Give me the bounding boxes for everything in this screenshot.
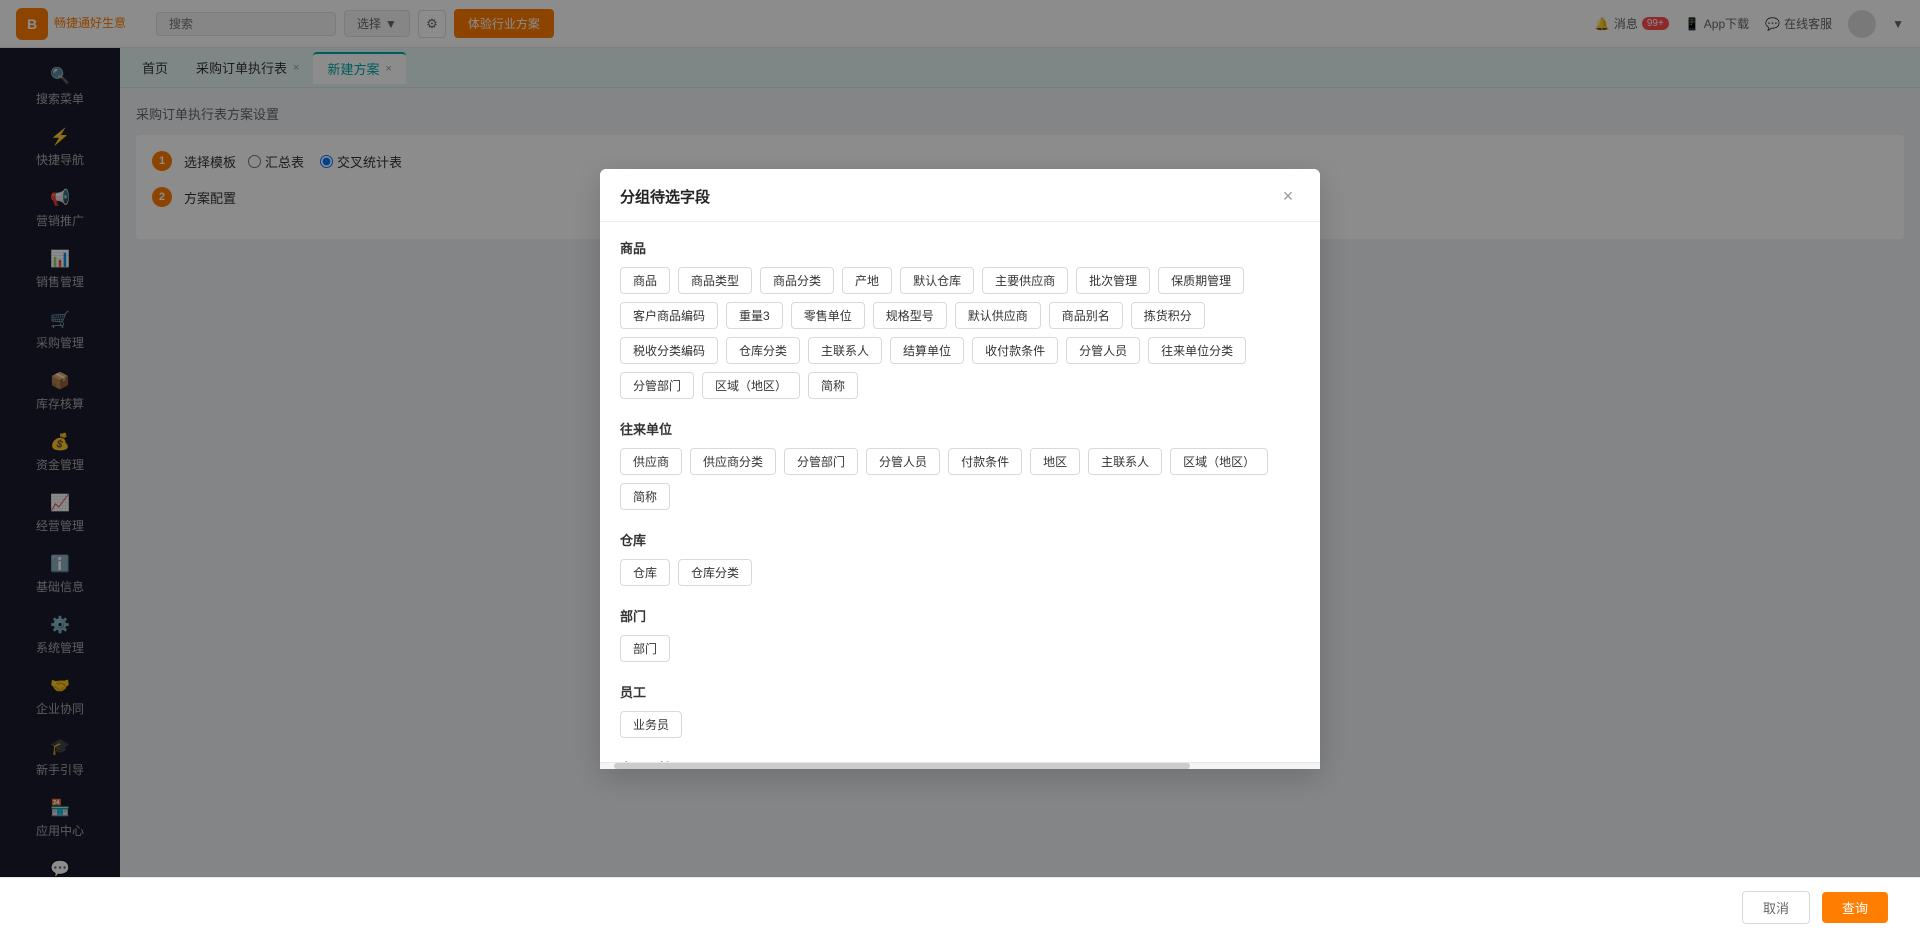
field-tag[interactable]: 付款条件 — [948, 448, 1022, 475]
field-tag[interactable]: 供应商分类 — [690, 448, 776, 475]
group-product-title: 商品 — [620, 238, 1300, 257]
modal-close-button[interactable]: × — [1276, 185, 1300, 209]
field-tag[interactable]: 往来单位分类 — [1148, 337, 1246, 364]
field-tag[interactable]: 分管人员 — [1066, 337, 1140, 364]
field-tag[interactable]: 简称 — [620, 483, 670, 510]
field-tag[interactable]: 部门 — [620, 635, 670, 662]
field-tag[interactable]: 税收分类编码 — [620, 337, 718, 364]
field-tag[interactable]: 默认仓库 — [900, 267, 974, 294]
field-tag[interactable]: 批次管理 — [1076, 267, 1150, 294]
group-partner-tags: 供应商 供应商分类 分管部门 分管人员 付款条件 地区 主联系人 区域（地区） … — [620, 448, 1300, 510]
field-group-product: 商品 商品 商品类型 商品分类 产地 默认仓库 主要供应商 批次管理 保质期管理… — [620, 238, 1300, 399]
field-group-employee: 员工 业务员 — [620, 682, 1300, 738]
modal-header: 分组待选字段 × — [600, 169, 1320, 222]
field-tag[interactable]: 收付款条件 — [972, 337, 1058, 364]
modal-body: 商品 商品 商品类型 商品分类 产地 默认仓库 主要供应商 批次管理 保质期管理… — [600, 222, 1320, 762]
modal-hscroll-thumb — [614, 763, 1190, 769]
group-department-tags: 部门 — [620, 635, 1300, 662]
modal-overlay: 分组待选字段 × 商品 商品 商品类型 商品分类 产地 默认仓库 主要供应商 批… — [0, 0, 1920, 937]
field-tag[interactable]: 地区 — [1030, 448, 1080, 475]
field-tag[interactable]: 业务员 — [620, 711, 682, 738]
cancel-button[interactable]: 取消 — [1742, 891, 1810, 924]
field-tag[interactable]: 结算单位 — [890, 337, 964, 364]
field-tag[interactable]: 分管部门 — [784, 448, 858, 475]
field-tag[interactable]: 商品分类 — [760, 267, 834, 294]
confirm-button[interactable]: 查询 — [1822, 892, 1888, 923]
field-tag[interactable]: 客户商品编码 — [620, 302, 718, 329]
field-tag[interactable]: 商品 — [620, 267, 670, 294]
field-tag[interactable]: 区域（地区） — [1170, 448, 1268, 475]
group-product-tags: 商品 商品类型 商品分类 产地 默认仓库 主要供应商 批次管理 保质期管理 客户… — [620, 267, 1300, 399]
field-tag[interactable]: 商品别名 — [1049, 302, 1123, 329]
field-group-partner: 往来单位 供应商 供应商分类 分管部门 分管人员 付款条件 地区 主联系人 区域… — [620, 419, 1300, 510]
modal-title: 分组待选字段 — [620, 186, 710, 207]
field-tag[interactable]: 分管人员 — [866, 448, 940, 475]
field-tag[interactable]: 简称 — [808, 372, 858, 399]
footer-bar: 取消 查询 — [0, 877, 1920, 937]
field-tag[interactable]: 主联系人 — [1088, 448, 1162, 475]
field-tag[interactable]: 仓库 — [620, 559, 670, 586]
field-tag[interactable]: 仓库分类 — [678, 559, 752, 586]
field-group-warehouse: 仓库 仓库 仓库分类 — [620, 530, 1300, 586]
field-tag[interactable]: 主要供应商 — [982, 267, 1068, 294]
field-select-modal: 分组待选字段 × 商品 商品 商品类型 商品分类 产地 默认仓库 主要供应商 批… — [600, 169, 1320, 769]
field-tag[interactable]: 供应商 — [620, 448, 682, 475]
field-tag[interactable]: 零售单位 — [791, 302, 865, 329]
group-employee-tags: 业务员 — [620, 711, 1300, 738]
group-employee-title: 员工 — [620, 682, 1300, 701]
field-tag[interactable]: 商品类型 — [678, 267, 752, 294]
group-partner-title: 往来单位 — [620, 419, 1300, 438]
field-tag[interactable]: 分管部门 — [620, 372, 694, 399]
modal-horizontal-scrollbar[interactable] — [600, 762, 1320, 769]
group-warehouse-title: 仓库 — [620, 530, 1300, 549]
group-warehouse-tags: 仓库 仓库分类 — [620, 559, 1300, 586]
field-tag[interactable]: 规格型号 — [873, 302, 947, 329]
field-tag[interactable]: 产地 — [842, 267, 892, 294]
group-department-title: 部门 — [620, 606, 1300, 625]
field-tag[interactable]: 仓库分类 — [726, 337, 800, 364]
field-tag[interactable]: 重量3 — [726, 302, 783, 329]
field-tag[interactable]: 保质期管理 — [1158, 267, 1244, 294]
field-tag[interactable]: 拣货积分 — [1131, 302, 1205, 329]
field-group-department: 部门 部门 — [620, 606, 1300, 662]
field-tag[interactable]: 默认供应商 — [955, 302, 1041, 329]
field-tag[interactable]: 区域（地区） — [702, 372, 800, 399]
field-tag[interactable]: 主联系人 — [808, 337, 882, 364]
